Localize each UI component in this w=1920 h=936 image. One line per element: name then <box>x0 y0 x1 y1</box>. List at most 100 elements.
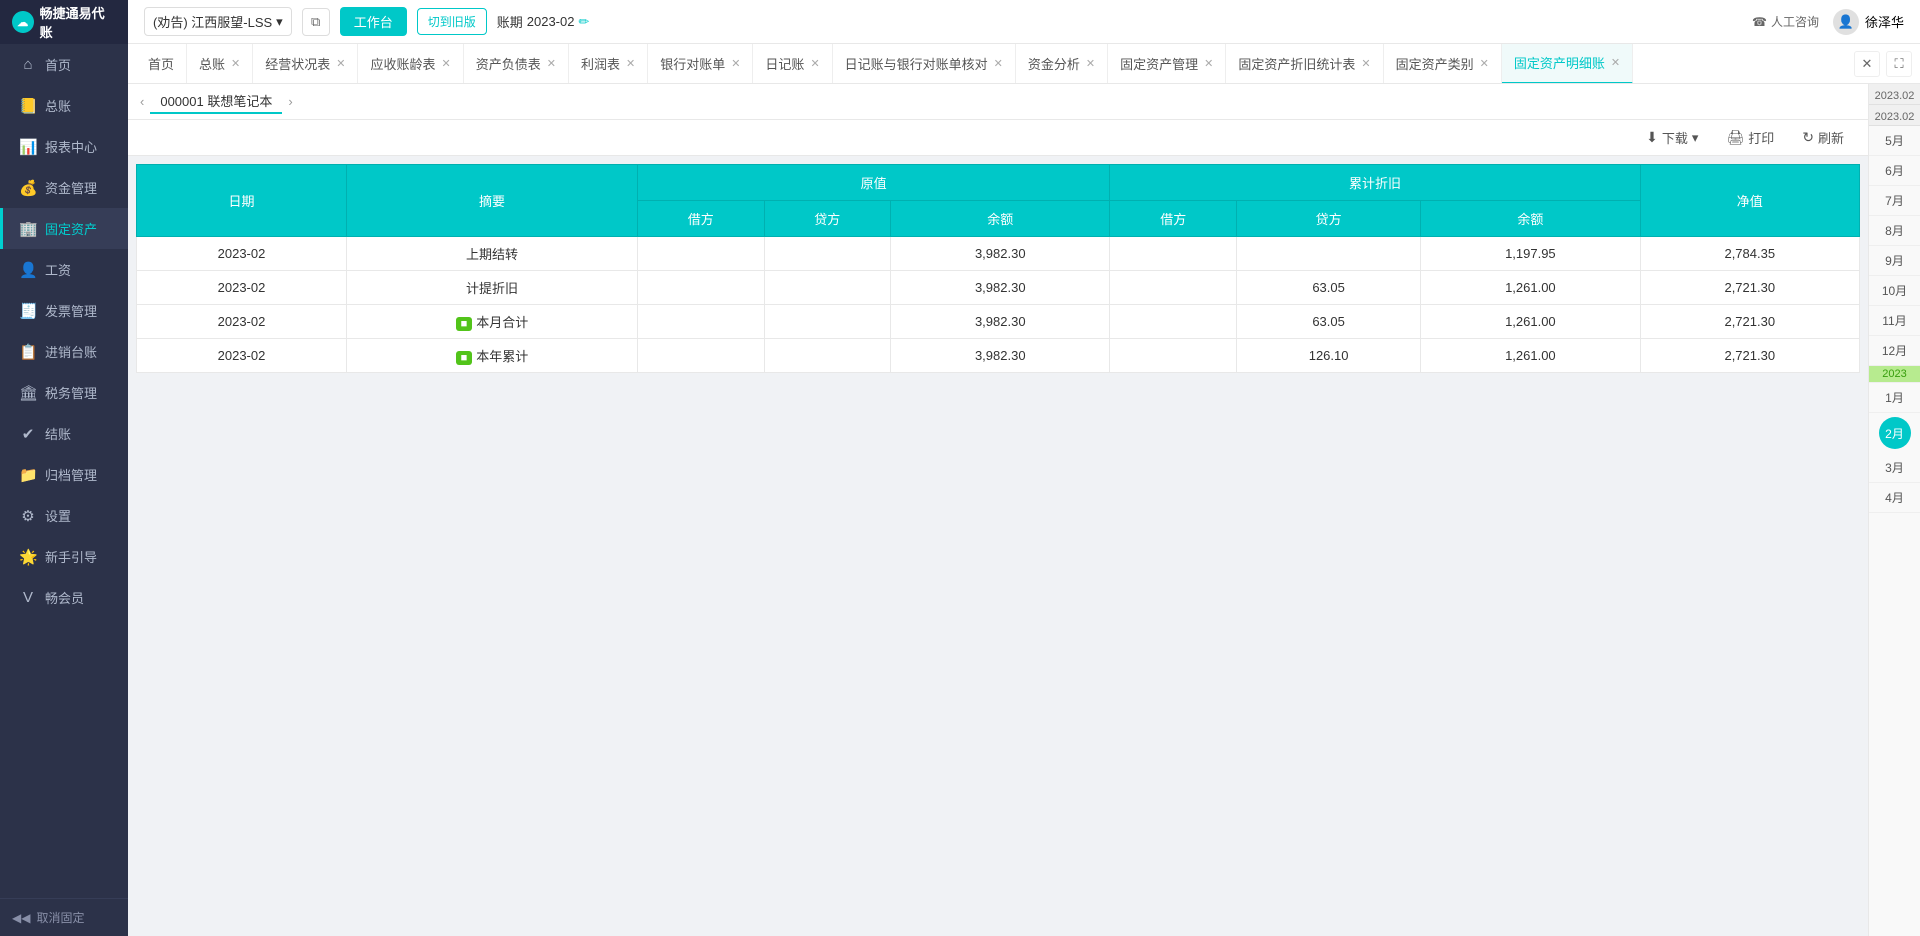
company-selector[interactable]: (劝告) 江西服望-LSS ▾ <box>144 7 292 36</box>
sidebar-label: 结账 <box>45 424 71 443</box>
fullscreen-btn[interactable]: ⛶ <box>1886 51 1912 77</box>
workbench-btn[interactable]: 工作台 <box>340 7 407 36</box>
tab-银行对账单[interactable]: 银行对账单✕ <box>648 44 753 84</box>
cell-net-value: 2,784.35 <box>1640 237 1859 271</box>
sidebar-item-固定资产[interactable]: 🏢固定资产 <box>0 208 128 249</box>
sidebar-item-首页[interactable]: ⌂首页 <box>0 44 128 85</box>
sidebar-item-报表中心[interactable]: 📊报表中心 <box>0 126 128 167</box>
th-date: 日期 <box>137 165 347 237</box>
sidebar-item-归档管理[interactable]: 📁归档管理 <box>0 454 128 495</box>
cal-month-2024-1月[interactable]: 1月 <box>1869 383 1920 413</box>
table-wrap: 日期 摘要 原值 累计折旧 净值 借方 贷方 余额 借方 贷方 余额 <box>128 156 1868 936</box>
nav-back-btn[interactable]: ‹ <box>140 94 144 109</box>
cal-month-12月[interactable]: 12月 <box>1869 336 1920 366</box>
cal-month-2024-2月[interactable]: 2月 <box>1879 417 1911 449</box>
sidebar-item-资金管理[interactable]: 💰资金管理 <box>0 167 128 208</box>
fixed-assets-detail-table: 日期 摘要 原值 累计折旧 净值 借方 贷方 余额 借方 贷方 余额 <box>136 164 1860 373</box>
tab-总账[interactable]: 总账✕ <box>187 44 253 84</box>
tab-资产负债表[interactable]: 资产负债表✕ <box>464 44 569 84</box>
period-edit-icon[interactable]: ✏ <box>578 14 589 30</box>
sidebar-item-结账[interactable]: ✔ 结账 <box>0 413 128 454</box>
tab-固定资产管理[interactable]: 固定资产管理✕ <box>1108 44 1226 84</box>
tab-经营状况表[interactable]: 经营状况表✕ <box>253 44 358 84</box>
tab-close-btn[interactable]: ✕ <box>810 57 819 70</box>
tab-label: 固定资产类别 <box>1396 54 1474 73</box>
help-btn[interactable]: ☎ 人工咨询 <box>1752 13 1819 30</box>
sidebar-item-工资[interactable]: 👤工资 <box>0 249 128 290</box>
sidebar-icon: ✔ <box>19 425 37 443</box>
dropdown-icon: ▾ <box>276 14 283 30</box>
cal-month-11月[interactable]: 11月 <box>1869 306 1920 336</box>
tab-close-btn[interactable]: ✕ <box>1204 57 1213 70</box>
tab-利润表[interactable]: 利润表✕ <box>569 44 648 84</box>
tab-close-btn[interactable]: ✕ <box>1361 57 1370 70</box>
period-prefix: 账期 <box>497 12 523 31</box>
tab-close-btn[interactable]: ✕ <box>336 57 345 70</box>
tab-close-btn[interactable]: ✕ <box>442 57 451 70</box>
sidebar-item-税务管理[interactable]: 🏛税务管理 <box>0 372 128 413</box>
cell-acc-debit <box>1110 305 1237 339</box>
sidebar-icon: 🌟 <box>19 548 37 566</box>
cal-month-2024-3月[interactable]: 3月 <box>1869 453 1920 483</box>
close-all-btn[interactable]: ✕ <box>1854 51 1880 77</box>
cal-month-10月[interactable]: 10月 <box>1869 276 1920 306</box>
sidebar-icon: 🏢 <box>19 220 37 238</box>
user-menu[interactable]: 👤 徐泽华 <box>1833 9 1904 35</box>
tab-固定资产折旧统计表[interactable]: 固定资产折旧统计表✕ <box>1226 44 1383 84</box>
sidebar-icon: 🧾 <box>19 302 37 320</box>
tabbar: 首页总账✕经营状况表✕应收账龄表✕资产负债表✕利润表✕银行对账单✕日记账✕日记账… <box>128 44 1920 84</box>
tab-首页[interactable]: 首页 <box>136 44 187 84</box>
sidebar-item-进销台账[interactable]: 📋进销台账 <box>0 331 128 372</box>
tab-固定资产明细账[interactable]: 固定资产明细账✕ <box>1502 44 1633 84</box>
sidebar-label: 总账 <box>45 96 71 115</box>
tab-close-btn[interactable]: ✕ <box>1086 57 1095 70</box>
download-icon: ⬇ <box>1646 129 1658 146</box>
tab-close-btn[interactable]: ✕ <box>547 57 556 70</box>
cell-abstract: 上期结转 <box>346 237 637 271</box>
nav-forward-btn[interactable]: › <box>288 94 292 109</box>
tab-close-btn[interactable]: ✕ <box>1480 57 1489 70</box>
sidebar-label: 首页 <box>45 55 71 74</box>
cal-year-2023-top: 2023.02 <box>1869 84 1920 105</box>
sidebar-item-设置[interactable]: ⚙设置 <box>0 495 128 536</box>
sidebar-item-发票管理[interactable]: 🧾发票管理 <box>0 290 128 331</box>
tab-close-btn[interactable]: ✕ <box>994 57 1003 70</box>
sidebar-pin-btn[interactable]: ◀◀ 取消固定 <box>0 898 128 936</box>
cal-month-6月[interactable]: 6月 <box>1869 156 1920 186</box>
tab-close-btn[interactable]: ✕ <box>626 57 635 70</box>
sidebar-icon: 📊 <box>19 138 37 156</box>
cal-month-8月[interactable]: 8月 <box>1869 216 1920 246</box>
print-btn[interactable]: 🖨 打印 <box>1718 124 1782 151</box>
cal-year-badge: 2023 <box>1869 366 1920 383</box>
sidebar-label: 进销台账 <box>45 342 97 361</box>
tab-close-btn[interactable]: ✕ <box>231 57 240 70</box>
tab-日记账与银行对账单核对[interactable]: 日记账与银行对账单核对✕ <box>833 44 1016 84</box>
cal-month-2024-4月[interactable]: 4月 <box>1869 483 1920 513</box>
sidebar-item-畅会员[interactable]: V畅会员 <box>0 577 128 618</box>
help-label: 人工咨询 <box>1771 13 1819 30</box>
cal-month-9月[interactable]: 9月 <box>1869 246 1920 276</box>
asset-nav-item[interactable]: 000001 联想笔记本 <box>150 89 282 114</box>
sidebar-item-新手引导[interactable]: 🌟新手引导 <box>0 536 128 577</box>
download-btn[interactable]: ⬇ 下载 ▾ <box>1638 124 1706 151</box>
refresh-icon: ↻ <box>1802 129 1814 146</box>
cell-net-value: 2,721.30 <box>1640 271 1859 305</box>
copy-btn[interactable]: ⧉ <box>302 8 330 36</box>
cell-net-value: 2,721.30 <box>1640 339 1859 373</box>
cell-abstract: 计提折旧 <box>346 271 637 305</box>
cal-month-5月[interactable]: 5月 <box>1869 126 1920 156</box>
cell-acc-credit: 63.05 <box>1237 305 1421 339</box>
tab-close-btn[interactable]: ✕ <box>1611 56 1620 69</box>
tab-close-btn[interactable]: ✕ <box>731 57 740 70</box>
tab-应收账龄表[interactable]: 应收账龄表✕ <box>358 44 463 84</box>
sidebar-item-总账[interactable]: 📒总账 <box>0 85 128 126</box>
tab-日记账[interactable]: 日记账✕ <box>753 44 832 84</box>
sidebar-icon: V <box>19 589 37 606</box>
tab-资金分析[interactable]: 资金分析✕ <box>1016 44 1108 84</box>
cal-month-7月[interactable]: 7月 <box>1869 186 1920 216</box>
sidebar-icon: 👤 <box>19 261 37 279</box>
tab-固定资产类别[interactable]: 固定资产类别 ✕ <box>1384 44 1502 84</box>
period-selector: 账期 2023-02 ✏ <box>497 12 590 31</box>
refresh-btn[interactable]: ↻ 刷新 <box>1794 124 1852 151</box>
switch-version-btn[interactable]: 切到旧版 <box>417 8 487 35</box>
